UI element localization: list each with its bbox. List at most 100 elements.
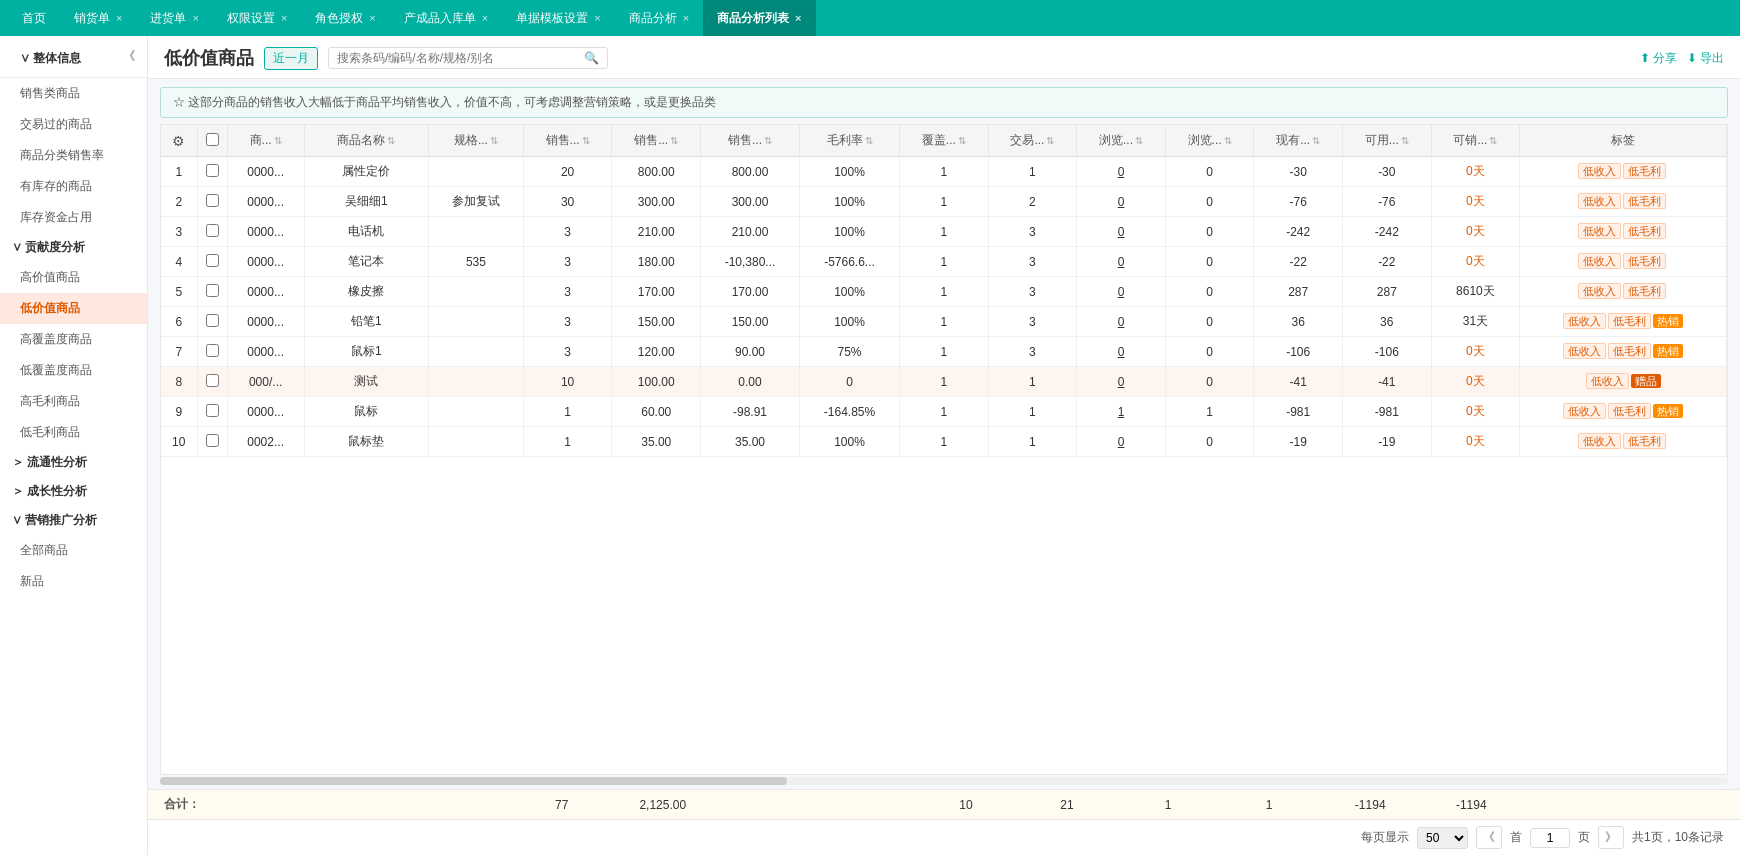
close-icon[interactable]: × xyxy=(369,12,375,24)
cell-stock1: -22 xyxy=(1254,247,1343,277)
th-sales-qty[interactable]: 销售...⇅ xyxy=(523,125,612,157)
nav-role-auth[interactable]: 角色授权 × xyxy=(301,0,389,36)
row-checkbox[interactable] xyxy=(206,374,219,387)
horizontal-scrollbar[interactable] xyxy=(160,777,1728,785)
sidebar-item-stock-goods[interactable]: 有库存的商品 xyxy=(0,171,147,202)
select-all-checkbox[interactable] xyxy=(206,133,219,146)
sidebar-item-new-goods[interactable]: 新品 xyxy=(0,566,147,597)
sidebar-item-high-margin[interactable]: 高毛利商品 xyxy=(0,386,147,417)
th-gross-rate[interactable]: 毛利率⇅ xyxy=(800,125,900,157)
row-checkbox[interactable] xyxy=(206,164,219,177)
page-number-input[interactable] xyxy=(1530,828,1570,848)
row-checkbox[interactable] xyxy=(206,284,219,297)
export-button[interactable]: ⬇ 导出 xyxy=(1687,50,1724,67)
last-page-button[interactable]: 》 xyxy=(1598,826,1624,849)
nav-template-settings[interactable]: 单据模板设置 × xyxy=(502,0,614,36)
views-link[interactable]: 0 xyxy=(1118,225,1125,239)
footer-label: 合计： xyxy=(164,796,200,813)
views-link[interactable]: 0 xyxy=(1118,165,1125,179)
close-icon[interactable]: × xyxy=(116,12,122,24)
nav-home[interactable]: 首页 xyxy=(8,0,60,36)
row-checkbox[interactable] xyxy=(206,314,219,327)
th-stock1[interactable]: 现有...⇅ xyxy=(1254,125,1343,157)
sidebar-item-category-sales[interactable]: 商品分类销售率 xyxy=(0,140,147,171)
cell-checkbox[interactable] xyxy=(197,187,227,217)
views-link[interactable]: 0 xyxy=(1118,285,1125,299)
cell-checkbox[interactable] xyxy=(197,427,227,457)
th-settings[interactable]: ⚙ xyxy=(161,125,197,157)
row-checkbox[interactable] xyxy=(206,224,219,237)
tag-hot: 热销 xyxy=(1653,404,1683,418)
close-icon[interactable]: × xyxy=(192,12,198,24)
close-icon[interactable]: × xyxy=(795,12,801,24)
row-checkbox[interactable] xyxy=(206,434,219,447)
row-checkbox[interactable] xyxy=(206,194,219,207)
sidebar-item-low-value[interactable]: 低价值商品 xyxy=(0,293,147,324)
th-available[interactable]: 可用...⇅ xyxy=(1343,125,1432,157)
scrollbar-thumb[interactable] xyxy=(160,777,787,785)
sidebar-item-sales-goods[interactable]: 销售类商品 xyxy=(0,78,147,109)
cell-gross-rate: 100% xyxy=(800,187,900,217)
views-link[interactable]: 1 xyxy=(1118,405,1125,419)
row-checkbox[interactable] xyxy=(206,404,219,417)
close-icon[interactable]: × xyxy=(482,12,488,24)
row-checkbox[interactable] xyxy=(206,344,219,357)
close-icon[interactable]: × xyxy=(594,12,600,24)
cell-checkbox[interactable] xyxy=(197,247,227,277)
search-input[interactable] xyxy=(337,51,584,65)
cell-checkbox[interactable] xyxy=(197,397,227,427)
sidebar-item-all-goods[interactable]: 全部商品 xyxy=(0,535,147,566)
views-link[interactable]: 0 xyxy=(1118,195,1125,209)
time-tag-button[interactable]: 近一月 xyxy=(264,47,318,70)
cell-tags: 低收入低毛利热销 xyxy=(1520,397,1727,427)
th-tags[interactable]: 标签 xyxy=(1520,125,1727,157)
nav-finished-goods[interactable]: 产成品入库单 × xyxy=(390,0,502,36)
th-checkbox[interactable] xyxy=(197,125,227,157)
sidebar-item-high-coverage[interactable]: 高覆盖度商品 xyxy=(0,324,147,355)
close-icon[interactable]: × xyxy=(281,12,287,24)
th-saleable[interactable]: 可销...⇅ xyxy=(1431,125,1520,157)
first-page-button[interactable]: 《 xyxy=(1476,826,1502,849)
share-button[interactable]: ⬆ 分享 xyxy=(1640,50,1677,67)
views-link[interactable]: 0 xyxy=(1118,375,1125,389)
views-link[interactable]: 0 xyxy=(1118,345,1125,359)
th-sales-amt[interactable]: 销售...⇅ xyxy=(612,125,701,157)
sidebar-item-high-value[interactable]: 高价值商品 xyxy=(0,262,147,293)
cell-stock1: -981 xyxy=(1254,397,1343,427)
cell-checkbox[interactable] xyxy=(197,337,227,367)
th-views2[interactable]: 浏览...⇅ xyxy=(1165,125,1254,157)
th-coverage[interactable]: 覆盖...⇅ xyxy=(900,125,989,157)
cell-checkbox[interactable] xyxy=(197,217,227,247)
views-link[interactable]: 0 xyxy=(1118,255,1125,269)
cell-checkbox[interactable] xyxy=(197,277,227,307)
th-spec[interactable]: 规格...⇅ xyxy=(429,125,524,157)
row-checkbox[interactable] xyxy=(206,254,219,267)
cell-checkbox[interactable] xyxy=(197,367,227,397)
cell-checkbox[interactable] xyxy=(197,307,227,337)
views-link[interactable]: 0 xyxy=(1118,435,1125,449)
search-icon[interactable]: 🔍 xyxy=(584,51,599,65)
sidebar-collapse-btn[interactable]: 《 xyxy=(123,48,135,65)
total-info: 共1页，10条记录 xyxy=(1632,829,1724,846)
th-sales-pct[interactable]: 销售...⇅ xyxy=(701,125,800,157)
sidebar-item-low-coverage[interactable]: 低覆盖度商品 xyxy=(0,355,147,386)
th-transactions[interactable]: 交易...⇅ xyxy=(988,125,1077,157)
close-icon[interactable]: × xyxy=(683,12,689,24)
cell-code: 0000... xyxy=(227,217,304,247)
footer-stock1: -1194 xyxy=(1320,798,1421,812)
nav-purchase-order[interactable]: 进货单 × xyxy=(136,0,212,36)
th-views1[interactable]: 浏览...⇅ xyxy=(1077,125,1166,157)
views-link[interactable]: 0 xyxy=(1118,315,1125,329)
sidebar-item-traded-goods[interactable]: 交易过的商品 xyxy=(0,109,147,140)
nav-sales-order[interactable]: 销货单 × xyxy=(60,0,136,36)
page-title: 低价值商品 xyxy=(164,46,254,70)
page-size-select[interactable]: 50 100 xyxy=(1417,827,1468,849)
nav-product-analysis[interactable]: 商品分析 × xyxy=(615,0,703,36)
th-name[interactable]: 商品名称⇅ xyxy=(304,125,428,157)
sidebar-item-stock-capital[interactable]: 库存资金占用 xyxy=(0,202,147,233)
nav-permissions[interactable]: 权限设置 × xyxy=(213,0,301,36)
cell-checkbox[interactable] xyxy=(197,157,227,187)
sidebar-item-low-margin[interactable]: 低毛利商品 xyxy=(0,417,147,448)
nav-product-analysis-list[interactable]: 商品分析列表 × xyxy=(703,0,815,36)
th-code[interactable]: 商...⇅ xyxy=(227,125,304,157)
